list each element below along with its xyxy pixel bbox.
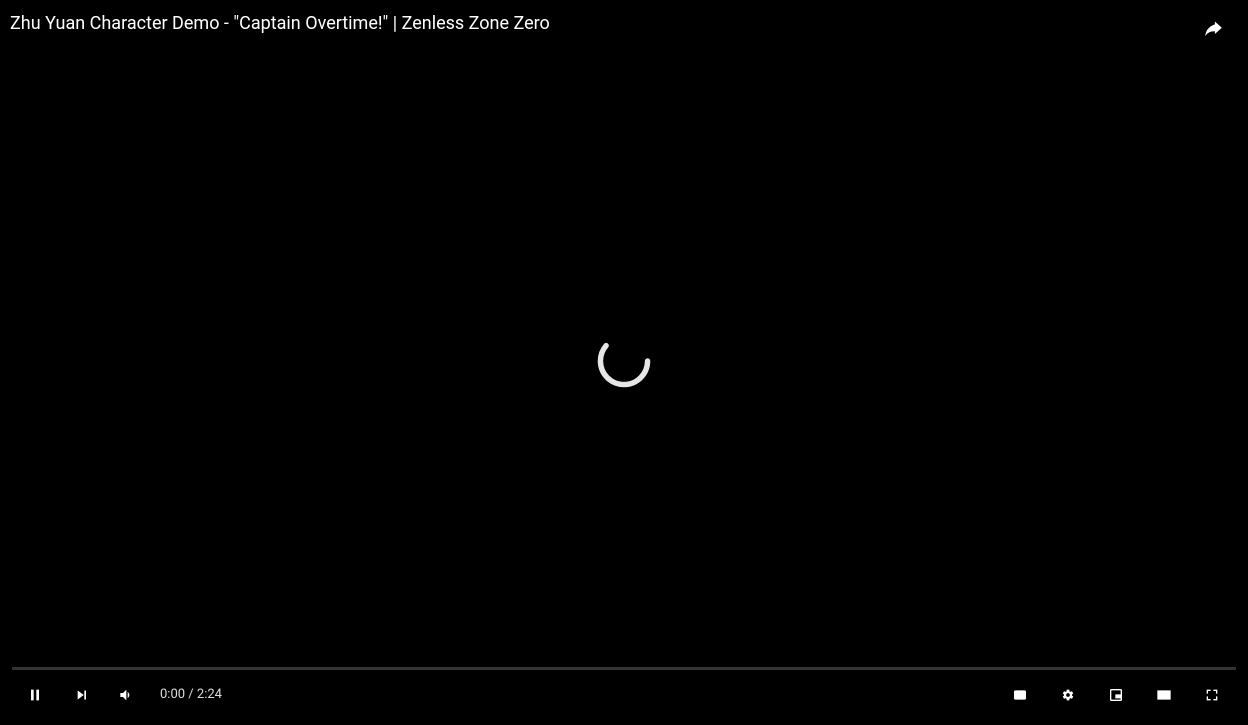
right-controls <box>996 671 1236 719</box>
pause-icon <box>23 683 47 707</box>
video-title[interactable]: Zhu Yuan Character Demo - "Captain Overt… <box>10 12 550 35</box>
volume-button[interactable] <box>104 671 150 719</box>
loading-spinner <box>595 332 653 394</box>
fullscreen-icon <box>1200 683 1224 707</box>
miniplayer-icon <box>1104 683 1128 707</box>
settings-button[interactable] <box>1044 671 1092 719</box>
volume-icon <box>115 683 139 707</box>
share-button[interactable] <box>1197 12 1230 45</box>
top-overlay: Zhu Yuan Character Demo - "Captain Overt… <box>0 0 1248 60</box>
controls-bar: 0:00 / 2:24 <box>0 671 1248 719</box>
next-button[interactable] <box>58 671 104 719</box>
left-controls: 0:00 / 2:24 <box>12 671 227 719</box>
captions-button[interactable] <box>996 671 1044 719</box>
gear-icon <box>1056 683 1080 707</box>
fullscreen-button[interactable] <box>1188 671 1236 719</box>
captions-icon <box>1008 683 1032 707</box>
next-icon <box>71 685 91 705</box>
time-display: 0:00 / 2:24 <box>150 671 227 719</box>
current-time: 0:00 <box>160 687 185 702</box>
share-icon <box>1201 16 1226 41</box>
video-player[interactable]: Zhu Yuan Character Demo - "Captain Overt… <box>0 0 1248 725</box>
duration: 2:24 <box>197 687 222 702</box>
progress-bar[interactable] <box>12 667 1236 670</box>
pause-button[interactable] <box>12 671 58 719</box>
miniplayer-button[interactable] <box>1092 671 1140 719</box>
theater-button[interactable] <box>1140 671 1188 719</box>
theater-icon <box>1148 683 1180 707</box>
time-separator: / <box>185 687 197 702</box>
